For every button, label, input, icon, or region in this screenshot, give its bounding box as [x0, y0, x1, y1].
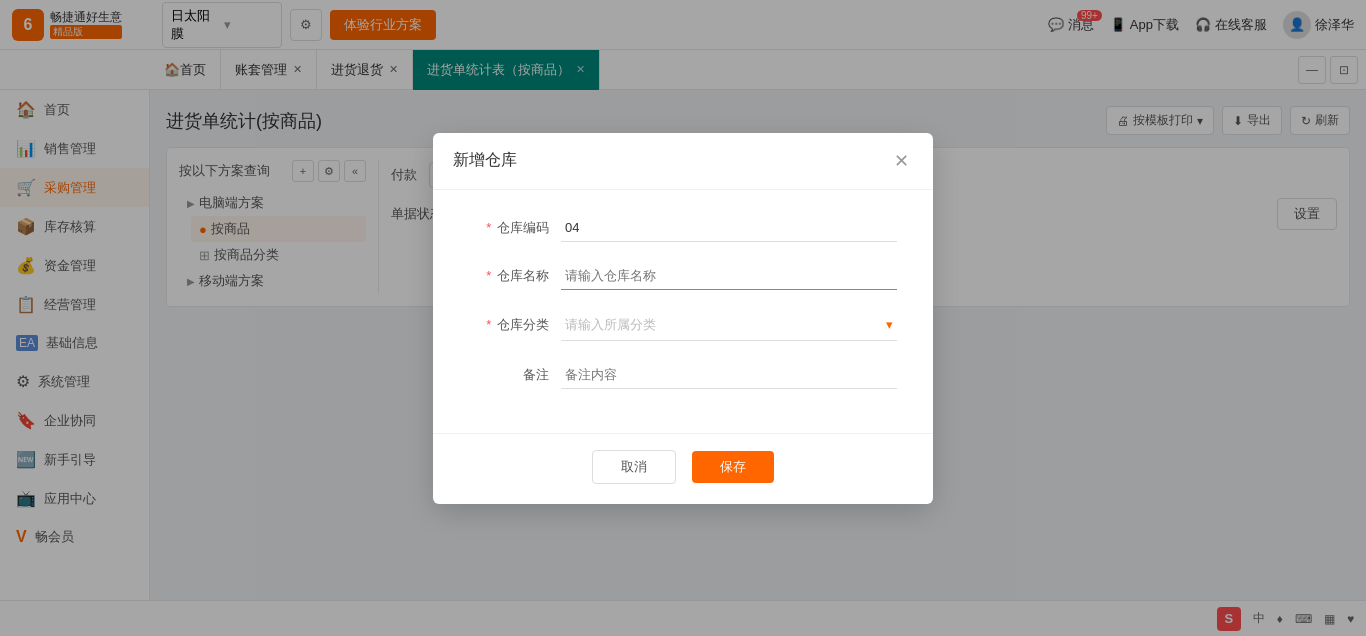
form-row-category: * 仓库分类 请输入所属分类 ▾	[469, 310, 897, 341]
name-label: * 仓库名称	[469, 267, 549, 285]
cancel-button[interactable]: 取消	[592, 450, 676, 484]
modal-overlay: 新增仓库 ✕ * 仓库编码 * 仓库名称	[0, 0, 1366, 636]
required-star-code: *	[486, 220, 491, 235]
code-label: * 仓库编码	[469, 219, 549, 237]
category-label: * 仓库分类	[469, 316, 549, 334]
required-star-category: *	[486, 317, 491, 332]
new-warehouse-modal: 新增仓库 ✕ * 仓库编码 * 仓库名称	[433, 133, 933, 504]
form-row-remark: 备注	[469, 361, 897, 389]
modal-body: * 仓库编码 * 仓库名称 * 仓库分类 请输入所属	[433, 190, 933, 433]
save-button[interactable]: 保存	[692, 451, 774, 483]
form-row-name: * 仓库名称	[469, 262, 897, 290]
category-placeholder: 请输入所属分类	[565, 316, 656, 334]
remark-input[interactable]	[561, 361, 897, 389]
modal-header: 新增仓库 ✕	[433, 133, 933, 190]
category-arrow-icon: ▾	[886, 317, 893, 332]
modal-close-button[interactable]: ✕	[889, 149, 913, 173]
warehouse-name-input[interactable]	[561, 262, 897, 290]
modal-title: 新增仓库	[453, 150, 517, 171]
remark-label: 备注	[469, 366, 549, 384]
form-row-code: * 仓库编码	[469, 214, 897, 242]
category-select[interactable]: 请输入所属分类 ▾	[561, 310, 897, 341]
required-star-name: *	[486, 268, 491, 283]
modal-footer: 取消 保存	[433, 433, 933, 504]
warehouse-code-input[interactable]	[561, 214, 897, 242]
